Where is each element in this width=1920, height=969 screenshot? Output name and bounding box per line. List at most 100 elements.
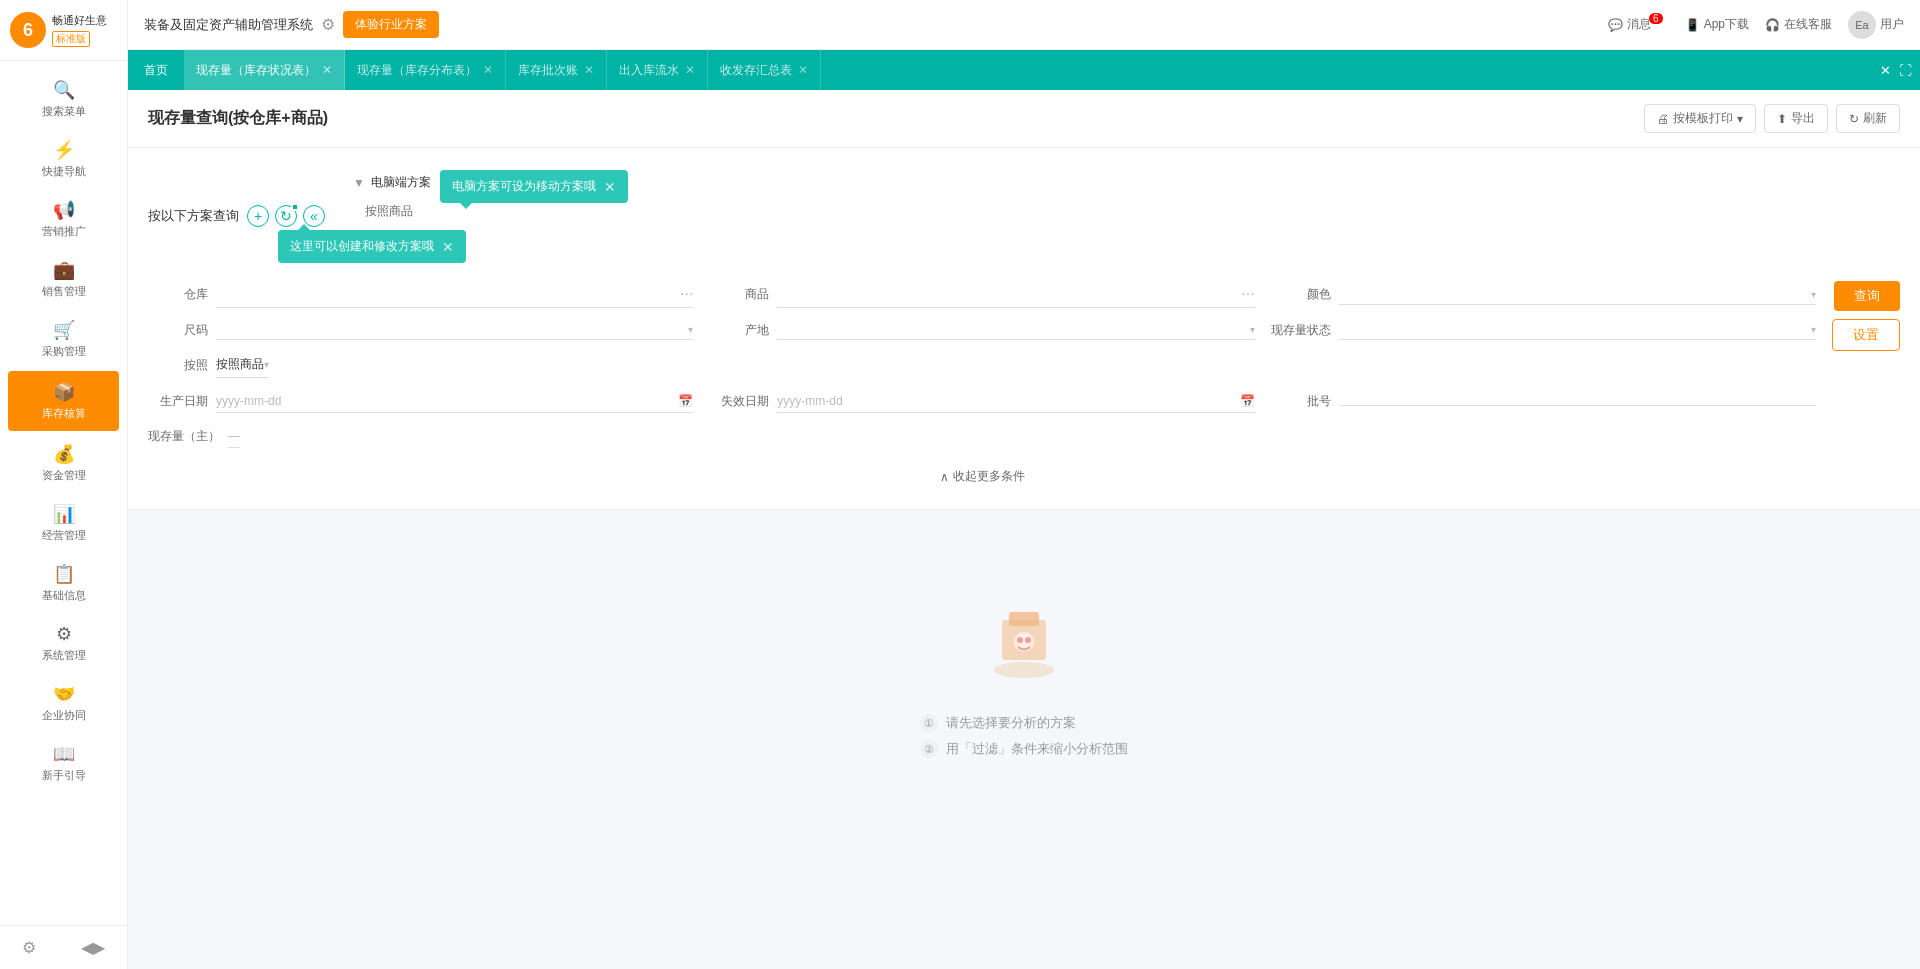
app-download-link[interactable]: 📱 App下载 xyxy=(1685,16,1749,33)
tooltip2-text: 这里可以创建和修改方案哦 xyxy=(290,238,434,255)
prod-date-input[interactable]: yyyy-mm-dd 📅 xyxy=(216,390,693,413)
sidebar-item-label: 新手引导 xyxy=(42,768,86,783)
export-btn[interactable]: ⬆ 导出 xyxy=(1764,104,1828,133)
inventory-icon: 📦 xyxy=(53,381,75,403)
sidebar-item-label: 库存核算 xyxy=(42,406,86,421)
size-select[interactable]: ▾ xyxy=(216,320,693,340)
by-select[interactable]: 按照商品 ▾ xyxy=(216,352,269,378)
enterprise-icon: 🤝 xyxy=(53,683,75,705)
origin-select[interactable]: ▾ xyxy=(777,320,1254,340)
sidebar-item-sales[interactable]: 💼 销售管理 xyxy=(0,249,127,309)
origin-arrow-icon: ▾ xyxy=(1250,324,1255,335)
sidebar-item-system[interactable]: ⚙ 系统管理 xyxy=(0,613,127,673)
sidebar-item-marketing[interactable]: 📢 营销推广 xyxy=(0,189,127,249)
calendar-icon: 📅 xyxy=(678,394,693,408)
sidebar-item-basic[interactable]: 📋 基础信息 xyxy=(0,553,127,613)
tab-close-inventory-dist[interactable]: ✕ xyxy=(483,63,493,77)
svg-point-5 xyxy=(1025,637,1031,643)
color-select[interactable]: ▾ xyxy=(1339,285,1816,305)
refresh-btn[interactable]: ↻ 刷新 xyxy=(1836,104,1900,133)
online-support-link[interactable]: 🎧 在线客服 xyxy=(1765,16,1832,33)
sidebar-bottom: ⚙ ◀▶ xyxy=(0,925,127,969)
expire-date-input[interactable]: yyyy-mm-dd 📅 xyxy=(777,390,1254,413)
set-btn[interactable]: 设置 xyxy=(1832,319,1900,351)
trial-btn[interactable]: 体验行业方案 xyxy=(343,11,439,38)
tooltip-scheme-mobile: 电脑方案可设为移动方案哦 ✕ xyxy=(440,170,628,203)
tab-maximize-icon[interactable]: ⛶ xyxy=(1899,63,1912,78)
filter-row-5: 现存量（主） — xyxy=(148,425,1816,448)
tooltip1-close[interactable]: ✕ xyxy=(604,179,616,195)
settings-icon[interactable]: ⚙ xyxy=(22,938,36,957)
sidebar-item-enterprise[interactable]: 🤝 企业协同 xyxy=(0,673,127,733)
print-btn[interactable]: 🖨 按模板打印 ▾ xyxy=(1644,104,1756,133)
sales-icon: 💼 xyxy=(53,259,75,281)
header-right: 💬 消息 6 📱 App下载 🎧 在线客服 Ea 用户 xyxy=(1608,11,1904,39)
logo-text: 畅通好生意 标准版 xyxy=(52,13,107,46)
sidebar: 6 畅通好生意 标准版 🔍 搜索菜单 ⚡ 快捷导航 📢 营销推广 💼 销售管理 … xyxy=(0,0,128,969)
sidebar-item-search[interactable]: 🔍 搜索菜单 xyxy=(0,69,127,129)
tabs-actions: ✕ ⛶ xyxy=(1880,63,1920,78)
search-btn[interactable]: 查询 xyxy=(1834,281,1900,311)
filter-origin: 产地 ▾ xyxy=(709,320,1254,340)
phone-icon: 📱 xyxy=(1685,18,1700,32)
sidebar-item-operations[interactable]: 📊 经营管理 xyxy=(0,493,127,553)
finance-icon: 💰 xyxy=(53,443,75,465)
sidebar-item-label: 经营管理 xyxy=(42,528,86,543)
tab-close-inout[interactable]: ✕ xyxy=(685,63,695,77)
filter-row-3: 按照 按照商品 ▾ xyxy=(148,352,1816,378)
tab-inventory-status[interactable]: 现存量（库存状况表） ✕ xyxy=(184,50,345,90)
batch-label: 批号 xyxy=(1271,393,1331,410)
calendar2-icon: 📅 xyxy=(1240,394,1255,408)
filter-row-wrapper: 仓库 ··· 商品 ··· 颜色 xyxy=(148,281,1900,493)
tab-close-summary[interactable]: ✕ xyxy=(798,63,808,77)
refresh-icon: ↻ xyxy=(1849,112,1859,126)
tab-inventory-dist[interactable]: 现存量（库存分布表） ✕ xyxy=(345,50,506,90)
headset-icon: 🎧 xyxy=(1765,18,1780,32)
batch-input[interactable] xyxy=(1339,397,1816,406)
sidebar-item-purchase[interactable]: 🛒 采购管理 xyxy=(0,309,127,369)
filter-col-btns: 查询 设置 xyxy=(1832,281,1900,351)
system-icon: ⚙ xyxy=(56,623,72,645)
step2-text: 用「过滤」条件来缩小分析范围 xyxy=(946,736,1128,762)
collapse-sidebar-icon[interactable]: ◀▶ xyxy=(81,938,105,957)
svg-point-4 xyxy=(1017,637,1023,643)
tab-close-batch[interactable]: ✕ xyxy=(584,63,594,77)
stock-qty-range[interactable]: — xyxy=(228,425,240,448)
step1-num: ① xyxy=(920,714,938,732)
filter-actions: + ↻ « xyxy=(247,205,325,227)
filter-prod-date: 生产日期 yyyy-mm-dd 📅 xyxy=(148,390,693,413)
collapse-up-icon: ∧ xyxy=(940,470,949,484)
tooltip2-close[interactable]: ✕ xyxy=(442,239,454,255)
tab-close-all-icon[interactable]: ✕ xyxy=(1880,63,1891,78)
tab-batch-account[interactable]: 库存批次账 ✕ xyxy=(506,50,607,90)
logo-tag: 标准版 xyxy=(52,31,90,47)
messages-link[interactable]: 💬 消息 6 xyxy=(1608,16,1669,33)
tooltip1-text: 电脑方案可设为移动方案哦 xyxy=(452,178,596,195)
sidebar-nav: 🔍 搜索菜单 ⚡ 快捷导航 📢 营销推广 💼 销售管理 🛒 采购管理 📦 库存核… xyxy=(0,61,127,925)
refresh-scheme-btn[interactable]: ↻ xyxy=(275,205,297,227)
tab-summary[interactable]: 收发存汇总表 ✕ xyxy=(708,50,821,90)
sidebar-item-label: 搜索菜单 xyxy=(42,104,86,119)
prod-date-label: 生产日期 xyxy=(148,393,208,410)
collapse-btn[interactable]: ∧ 收起更多条件 xyxy=(148,460,1816,493)
user-area[interactable]: Ea 用户 xyxy=(1848,11,1904,39)
online-support-label: 在线客服 xyxy=(1784,16,1832,33)
filter-area: 按以下方案查询 + ↻ « ▼ 电脑端方案 按照商品 xyxy=(128,148,1920,510)
filter-color: 颜色 ▾ xyxy=(1271,285,1816,305)
search-icon: 🔍 xyxy=(53,79,75,101)
add-scheme-btn[interactable]: + xyxy=(247,205,269,227)
tab-home[interactable]: 首页 xyxy=(128,62,184,79)
tab-close-inventory-status[interactable]: ✕ xyxy=(322,63,332,77)
header-settings-icon[interactable]: ⚙ xyxy=(321,15,335,34)
sidebar-item-inventory[interactable]: 📦 库存核算 xyxy=(8,371,119,431)
logo-area: 6 畅通好生意 标准版 xyxy=(0,0,127,61)
sidebar-item-finance[interactable]: 💰 资金管理 xyxy=(0,433,127,493)
product-select[interactable]: ··· xyxy=(777,281,1254,308)
sidebar-item-quick[interactable]: ⚡ 快捷导航 xyxy=(0,129,127,189)
sidebar-item-label: 快捷导航 xyxy=(42,164,86,179)
warehouse-select[interactable]: ··· xyxy=(216,281,693,308)
stock-qty-label: 现存量（主） xyxy=(148,428,220,445)
tab-inout-flow[interactable]: 出入库流水 ✕ xyxy=(607,50,708,90)
stock-status-select[interactable]: ▾ xyxy=(1339,320,1816,340)
sidebar-item-guide[interactable]: 📖 新手引导 xyxy=(0,733,127,793)
